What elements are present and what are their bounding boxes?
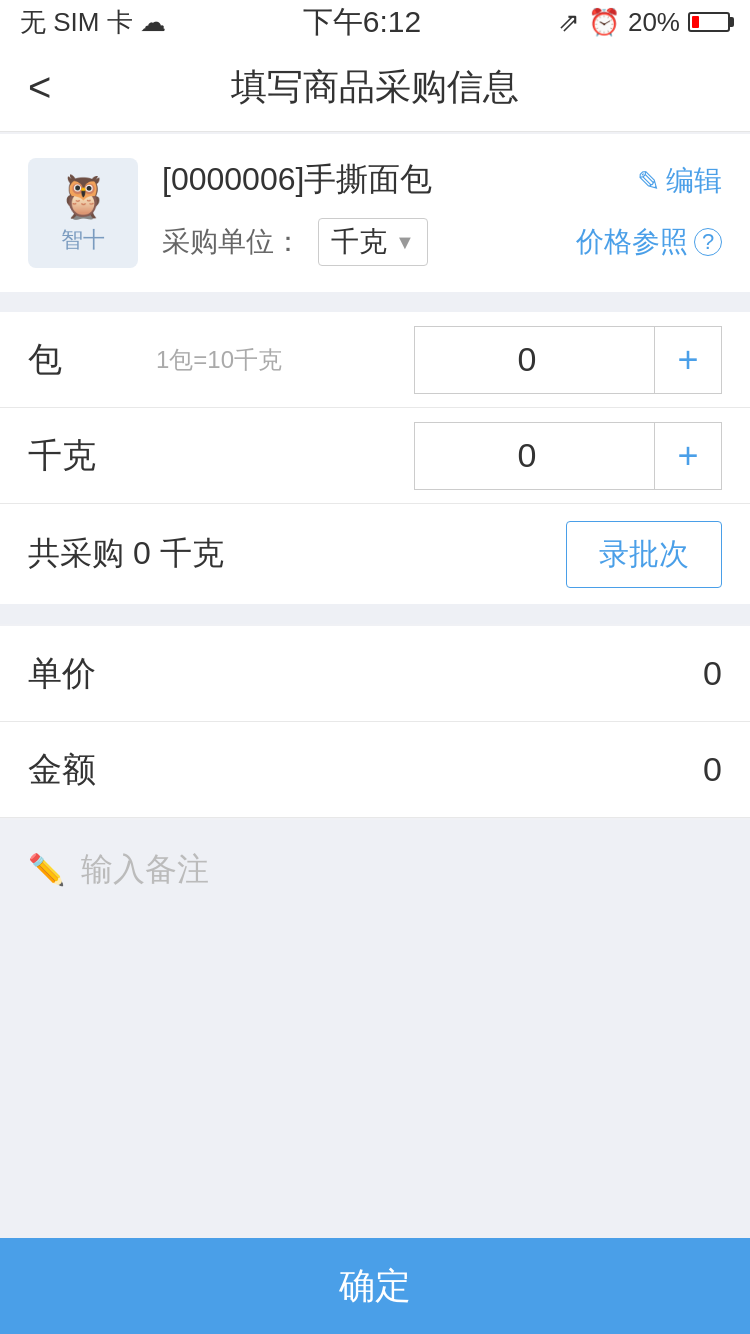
- edit-label: 编辑: [666, 162, 722, 200]
- page-title: 填写商品采购信息: [231, 63, 519, 112]
- kg-input-row: 千克 +: [0, 408, 750, 504]
- chevron-down-icon: ▼: [395, 231, 415, 254]
- section-divider-1: [0, 292, 750, 312]
- summary-text: 共采购 0 千克: [28, 532, 224, 576]
- status-bar: 无 SIM 卡 ☁ 下午6:12 ⇗ ⏰ 20%: [0, 0, 750, 44]
- status-time: 下午6:12: [303, 2, 421, 43]
- section-divider-2: [0, 604, 750, 624]
- unit-price-row: 单价 0: [0, 626, 750, 722]
- summary-row: 共采购 0 千克 录批次: [0, 504, 750, 604]
- location-icon: ⇗: [558, 7, 580, 38]
- product-card: 🦉 智十 [0000006]手撕面包 采购单位： 千克 ▼ 价格参照 ? ✎ 编…: [0, 134, 750, 292]
- brand-text: 智十: [61, 225, 105, 255]
- owl-icon: 🦉: [57, 172, 109, 221]
- help-icon: ?: [694, 228, 722, 256]
- price-ref-button[interactable]: 价格参照 ?: [576, 223, 722, 261]
- bag-input-group: +: [414, 326, 722, 394]
- edit-button[interactable]: ✎ 编辑: [637, 162, 722, 200]
- bag-plus-button[interactable]: +: [654, 326, 722, 394]
- price-ref-text: 价格参照: [576, 223, 688, 261]
- kg-input-group: +: [414, 422, 722, 490]
- remark-placeholder: 输入备注: [81, 848, 209, 892]
- product-meta: 采购单位： 千克 ▼ 价格参照 ?: [162, 218, 722, 266]
- unit-label: 采购单位：: [162, 223, 302, 261]
- price-section: 单价 0 金额 0: [0, 626, 750, 818]
- status-right: ⇗ ⏰ 20%: [558, 7, 730, 38]
- amount-label: 金额: [28, 747, 96, 793]
- battery-icon: [688, 12, 730, 32]
- product-card-wrapper: 🦉 智十 [0000006]手撕面包 采购单位： 千克 ▼ 价格参照 ? ✎ 编…: [0, 134, 750, 292]
- nav-bar: < 填写商品采购信息: [0, 44, 750, 132]
- back-button[interactable]: <: [28, 65, 51, 110]
- pencil-icon: ✏️: [28, 852, 65, 887]
- bag-quantity-input[interactable]: [414, 326, 654, 394]
- unit-price-value: 0: [703, 654, 722, 693]
- confirm-label: 确定: [339, 1262, 411, 1311]
- product-image: 🦉 智十: [28, 158, 138, 268]
- confirm-button[interactable]: 确定: [0, 1238, 750, 1334]
- kg-label: 千克: [28, 433, 148, 479]
- unit-value: 千克: [331, 223, 387, 261]
- bag-sublabel: 1包=10千克: [156, 344, 282, 376]
- alarm-icon: ⏰: [588, 7, 620, 38]
- input-section: 包 1包=10千克 + 千克 +: [0, 312, 750, 504]
- unit-price-label: 单价: [28, 651, 96, 697]
- status-left: 无 SIM 卡 ☁: [20, 5, 166, 40]
- bag-label: 包: [28, 337, 148, 383]
- unit-select[interactable]: 千克 ▼: [318, 218, 428, 266]
- edit-icon: ✎: [637, 165, 660, 198]
- bag-input-row: 包 1包=10千克 +: [0, 312, 750, 408]
- batch-button[interactable]: 录批次: [566, 521, 722, 588]
- content-area: [0, 940, 750, 1250]
- kg-quantity-input[interactable]: [414, 422, 654, 490]
- kg-plus-button[interactable]: +: [654, 422, 722, 490]
- amount-row: 金额 0: [0, 722, 750, 818]
- amount-value: 0: [703, 750, 722, 789]
- battery-percent: 20%: [628, 7, 680, 38]
- remark-section[interactable]: ✏️ 输入备注: [0, 820, 750, 940]
- no-sim-text: 无 SIM 卡 ☁: [20, 5, 166, 40]
